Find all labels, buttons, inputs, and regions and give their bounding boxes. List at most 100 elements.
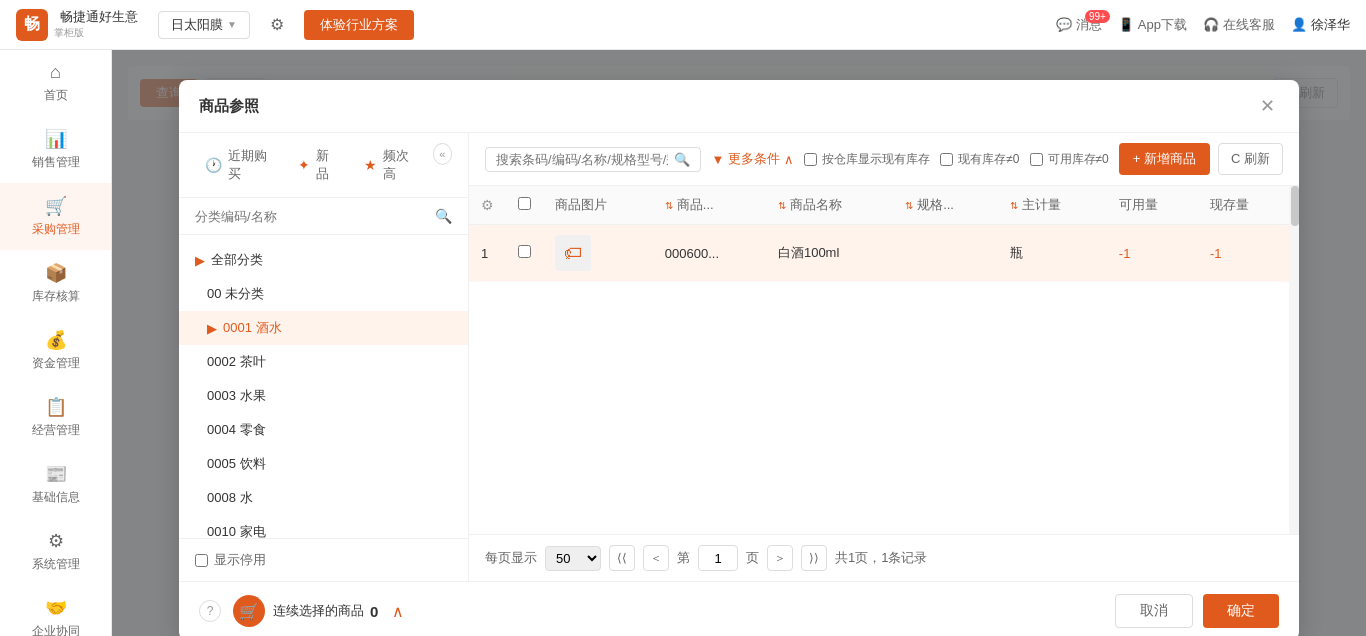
th-unit-label: 主计量: [1022, 196, 1061, 214]
sidebar-item-home[interactable]: ⌂ 首页: [0, 50, 111, 116]
category-item-uncategorized[interactable]: 00 未分类: [179, 277, 468, 311]
expand-active-icon: ▶: [207, 321, 217, 336]
page-number-input[interactable]: 1: [698, 545, 738, 571]
gear-icon[interactable]: ⚙: [262, 10, 292, 40]
row-index: 1: [469, 225, 506, 282]
purchase-icon: 🛒: [45, 195, 67, 217]
sidebar-item-inventory[interactable]: 📦 库存核算: [0, 250, 111, 317]
refresh-btn[interactable]: C 刷新: [1218, 143, 1283, 175]
select-all-checkbox[interactable]: [518, 197, 531, 210]
filter-btn[interactable]: ▼ 更多条件 ∧: [711, 150, 794, 168]
table-row[interactable]: 1 🏷: [469, 225, 1289, 282]
logo-icon: 畅: [16, 9, 48, 41]
product-search-input[interactable]: [496, 152, 668, 167]
online-service-btn[interactable]: 🎧 在线客服: [1203, 16, 1275, 34]
show-disabled-label[interactable]: 显示停用: [195, 551, 452, 569]
category-item-tea[interactable]: 0002 茶叶: [179, 345, 468, 379]
table-scrollbar[interactable]: [1289, 186, 1299, 534]
message-icon: 💬: [1056, 17, 1072, 32]
sidebar-item-business[interactable]: 📋 经营管理: [0, 384, 111, 451]
cart-btn[interactable]: 🛒: [233, 595, 265, 627]
per-page-label: 每页显示: [485, 549, 537, 567]
product-image-placeholder: 🏷: [555, 235, 591, 271]
message-btn[interactable]: 💬 消息 99+: [1056, 16, 1102, 34]
available-nonzero-checkbox[interactable]: [1030, 153, 1043, 166]
category-item-snack[interactable]: 0004 零食: [179, 413, 468, 447]
modal-close-btn[interactable]: ✕: [1255, 94, 1279, 118]
help-icon[interactable]: ?: [199, 600, 221, 622]
sidebar-item-enterprise[interactable]: 🤝 企业协同: [0, 585, 111, 636]
th-checkbox: [506, 186, 543, 225]
category-search-input[interactable]: [195, 209, 435, 224]
category-item-liquor[interactable]: ▶ 0001 酒水: [179, 311, 468, 345]
th-available[interactable]: 可用量: [1107, 186, 1198, 225]
sidebar-item-sales[interactable]: 📊 销售管理: [0, 116, 111, 183]
product-reference-modal: 商品参照 ✕ 🕐 近期购买 ✦: [179, 80, 1299, 636]
th-stock[interactable]: 现存量: [1198, 186, 1289, 225]
th-unit[interactable]: ⇅ 主计量: [998, 186, 1106, 225]
row-checkbox[interactable]: [518, 245, 531, 258]
available-nonzero-label[interactable]: 可用库存≠0: [1030, 151, 1109, 168]
per-page-select[interactable]: 50 20 100: [545, 546, 601, 571]
sidebar-item-basic[interactable]: 📰 基础信息: [0, 451, 111, 518]
user-avatar[interactable]: 👤 徐泽华: [1291, 16, 1350, 34]
show-disabled-checkbox[interactable]: [195, 554, 208, 567]
continuous-select-label: 连续选择的商品: [273, 602, 364, 620]
nav-selector[interactable]: 日太阳膜 ▼: [158, 11, 250, 39]
th-spec[interactable]: ⇅ 规格...: [893, 186, 998, 225]
tab-recent-purchase[interactable]: 🕐 近期购买: [195, 143, 280, 187]
stock-nonzero-checkbox[interactable]: [940, 153, 953, 166]
column-settings-icon[interactable]: ⚙: [481, 197, 494, 213]
th-spec-label: 规格...: [917, 196, 954, 214]
sort-icon-unit: ⇅: [1010, 200, 1018, 211]
warehouse-filter-label[interactable]: 按仓库显示现有库存: [804, 151, 930, 168]
content-area: 查询 设置 C 刷新 商品参照 ✕: [112, 50, 1366, 636]
filter-icon: ▼: [711, 152, 724, 167]
tab-new-products[interactable]: ✦ 新品: [288, 143, 346, 187]
sidebar-item-system[interactable]: ⚙ 系统管理: [0, 518, 111, 585]
sidebar: ⌂ 首页 📊 销售管理 🛒 采购管理 📦 库存核算 💰 资金管理 📋 经营管理 …: [0, 50, 112, 636]
product-table: ⚙ 商品图片: [469, 186, 1289, 282]
collapse-footer-btn[interactable]: ∧: [392, 602, 404, 621]
app-download-btn[interactable]: 📱 App下载: [1118, 16, 1187, 34]
add-product-btn[interactable]: + 新增商品: [1119, 143, 1210, 175]
category-item-all[interactable]: ▶ 全部分类: [179, 243, 468, 277]
expand-icon: ▶: [195, 253, 205, 268]
row-stock: -1: [1198, 225, 1289, 282]
confirm-btn[interactable]: 确定: [1203, 594, 1279, 628]
scrollbar-thumb[interactable]: [1291, 186, 1299, 226]
sidebar-item-purchase[interactable]: 🛒 采购管理: [0, 183, 111, 250]
avatar-icon: 👤: [1291, 17, 1307, 32]
category-item-fruit[interactable]: 0003 水果: [179, 379, 468, 413]
modal-body: 🕐 近期购买 ✦ 新品 ★ 频次高: [179, 133, 1299, 581]
sidebar-item-finance[interactable]: 💰 资金管理: [0, 317, 111, 384]
pagination: 每页显示 50 20 100 ⟨⟨ ＜ 第 1 页 ＞: [469, 534, 1299, 581]
logo-sub: 掌柜版: [54, 26, 138, 40]
experience-btn[interactable]: 体验行业方案: [304, 10, 414, 40]
next-page-btn[interactable]: ＞: [767, 545, 793, 571]
total-info: 共1页，1条记录: [835, 549, 927, 567]
stock-nonzero-label[interactable]: 现有库存≠0: [940, 151, 1019, 168]
last-page-btn[interactable]: ⟩⟩: [801, 545, 827, 571]
page-label: 第: [677, 549, 690, 567]
tab-frequent[interactable]: ★ 频次高: [354, 143, 424, 187]
logo-text: 畅捷通好生意: [60, 9, 138, 26]
th-name[interactable]: ⇅ 商品名称: [766, 186, 893, 225]
category-item-water[interactable]: 0008 水: [179, 481, 468, 515]
recent-icon: 🕐: [205, 157, 222, 173]
finance-icon: 💰: [45, 329, 67, 351]
sort-icon-code: ⇅: [665, 200, 673, 211]
warehouse-filter-checkbox[interactable]: [804, 153, 817, 166]
th-image-label: 商品图片: [555, 196, 607, 214]
left-panel-collapse-btn[interactable]: «: [433, 143, 452, 165]
first-page-btn[interactable]: ⟨⟨: [609, 545, 635, 571]
search-icon[interactable]: 🔍: [435, 208, 452, 224]
chevron-down-icon: ▼: [227, 19, 237, 30]
prev-page-btn[interactable]: ＜: [643, 545, 669, 571]
category-item-appliance[interactable]: 0010 家电: [179, 515, 468, 538]
cancel-btn[interactable]: 取消: [1115, 594, 1193, 628]
category-item-beverage[interactable]: 0005 饮料: [179, 447, 468, 481]
th-code[interactable]: ⇅ 商品...: [653, 186, 766, 225]
th-gear[interactable]: ⚙: [469, 186, 506, 225]
search-submit-icon[interactable]: 🔍: [674, 152, 690, 167]
